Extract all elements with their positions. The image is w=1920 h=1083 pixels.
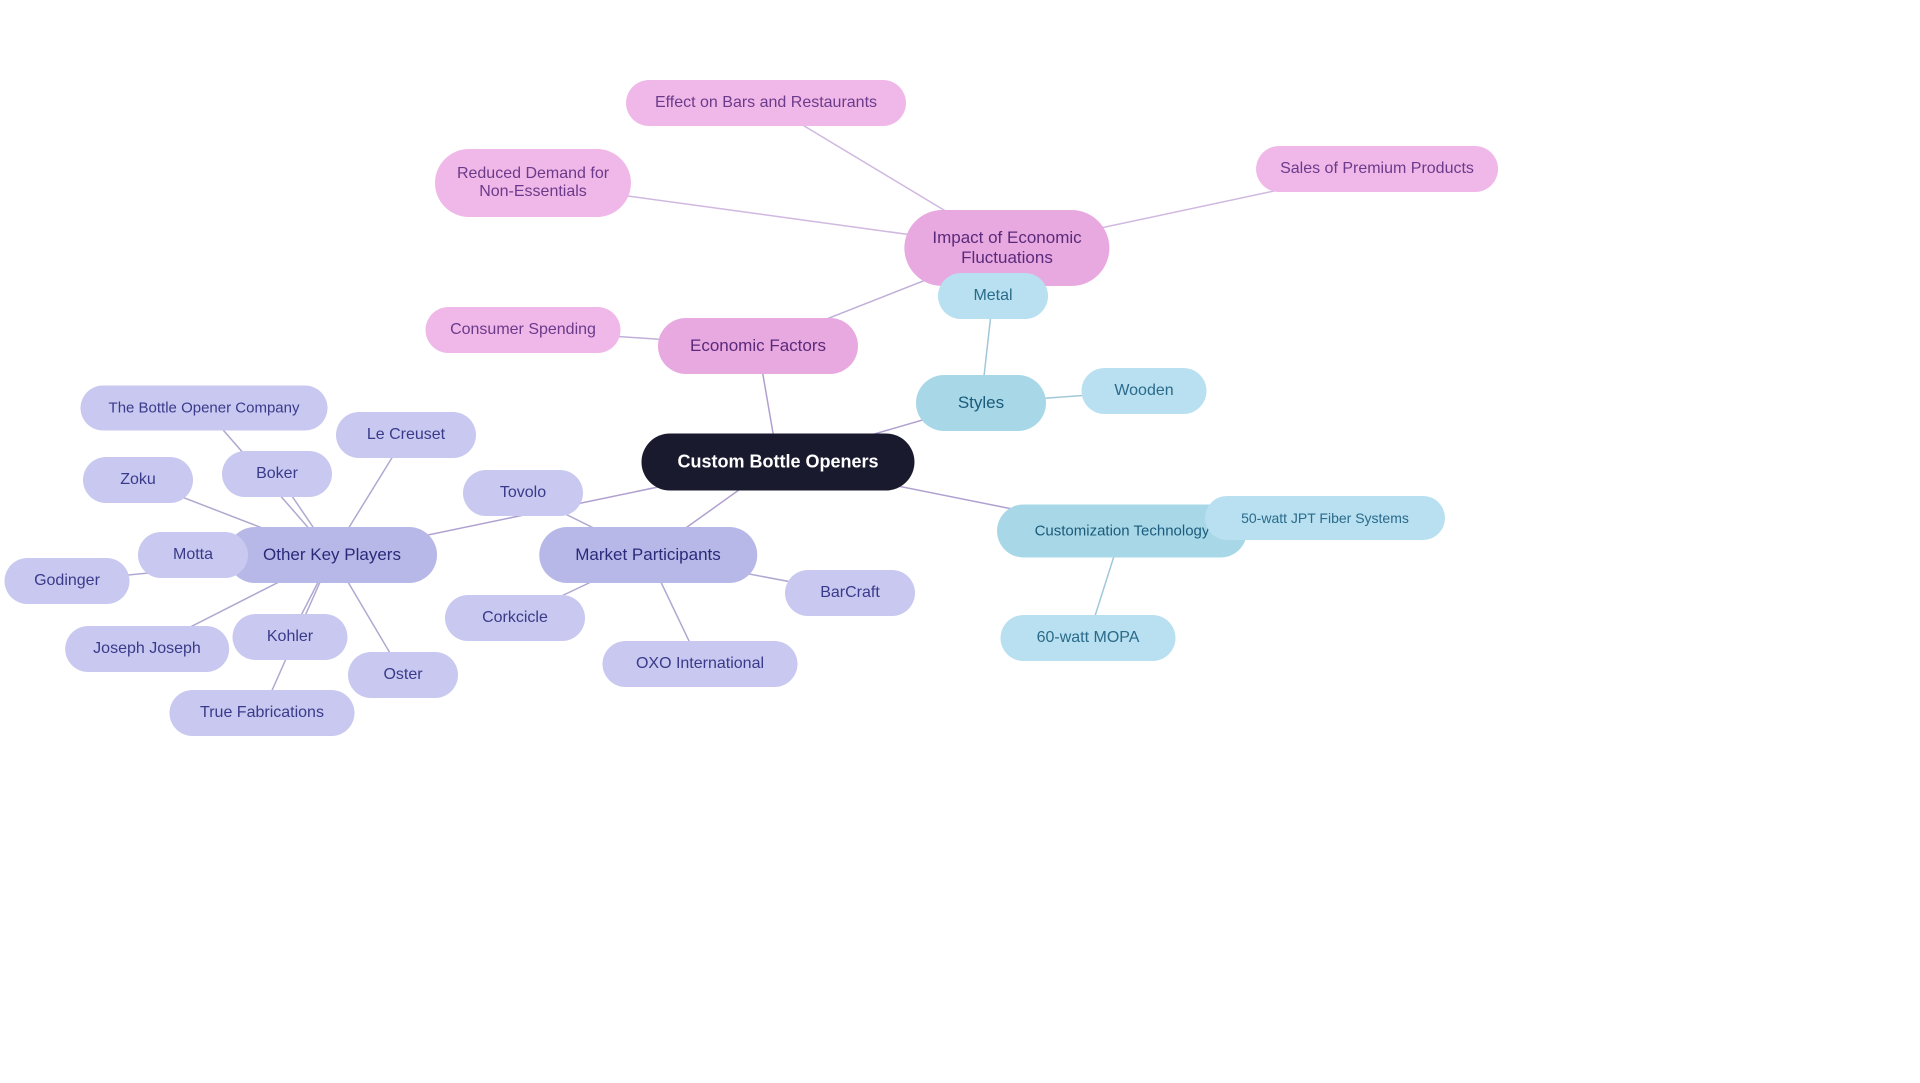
oster-node[interactable]: Oster: [348, 652, 458, 698]
other-key-players-node[interactable]: Other Key Players: [227, 527, 437, 583]
joseph-joseph-node[interactable]: Joseph Joseph: [65, 626, 229, 672]
bottle-opener-co-node[interactable]: The Bottle Opener Company: [81, 386, 328, 431]
consumer-spending-node[interactable]: Consumer Spending: [426, 307, 621, 353]
fifty-watt-node[interactable]: 50-watt JPT Fiber Systems: [1205, 496, 1445, 540]
zoku-node[interactable]: Zoku: [83, 457, 193, 503]
godinger-node[interactable]: Godinger: [5, 558, 130, 604]
le-creuset-node[interactable]: Le Creuset: [336, 412, 476, 458]
center-node[interactable]: Custom Bottle Openers: [641, 434, 914, 491]
reduced-demand-node[interactable]: Reduced Demand for Non-Essentials: [435, 149, 631, 217]
barcraft-node[interactable]: BarCraft: [785, 570, 915, 616]
effect-bars-node[interactable]: Effect on Bars and Restaurants: [626, 80, 906, 126]
kohler-node[interactable]: Kohler: [233, 614, 348, 660]
market-participants-node[interactable]: Market Participants: [539, 527, 757, 583]
styles-node[interactable]: Styles: [916, 375, 1046, 431]
economic-factors-node[interactable]: Economic Factors: [658, 318, 858, 374]
metal-node[interactable]: Metal: [938, 273, 1048, 319]
oxo-node[interactable]: OXO International: [603, 641, 798, 687]
tovolo-node[interactable]: Tovolo: [463, 470, 583, 516]
sixty-watt-node[interactable]: 60-watt MOPA: [1001, 615, 1176, 661]
wooden-node[interactable]: Wooden: [1082, 368, 1207, 414]
true-fabrications-node[interactable]: True Fabrications: [170, 690, 355, 736]
boker-node[interactable]: Boker: [222, 451, 332, 497]
sales-premium-node[interactable]: Sales of Premium Products: [1256, 146, 1498, 192]
corkcicle-node[interactable]: Corkcicle: [445, 595, 585, 641]
motta-node[interactable]: Motta: [138, 532, 248, 578]
